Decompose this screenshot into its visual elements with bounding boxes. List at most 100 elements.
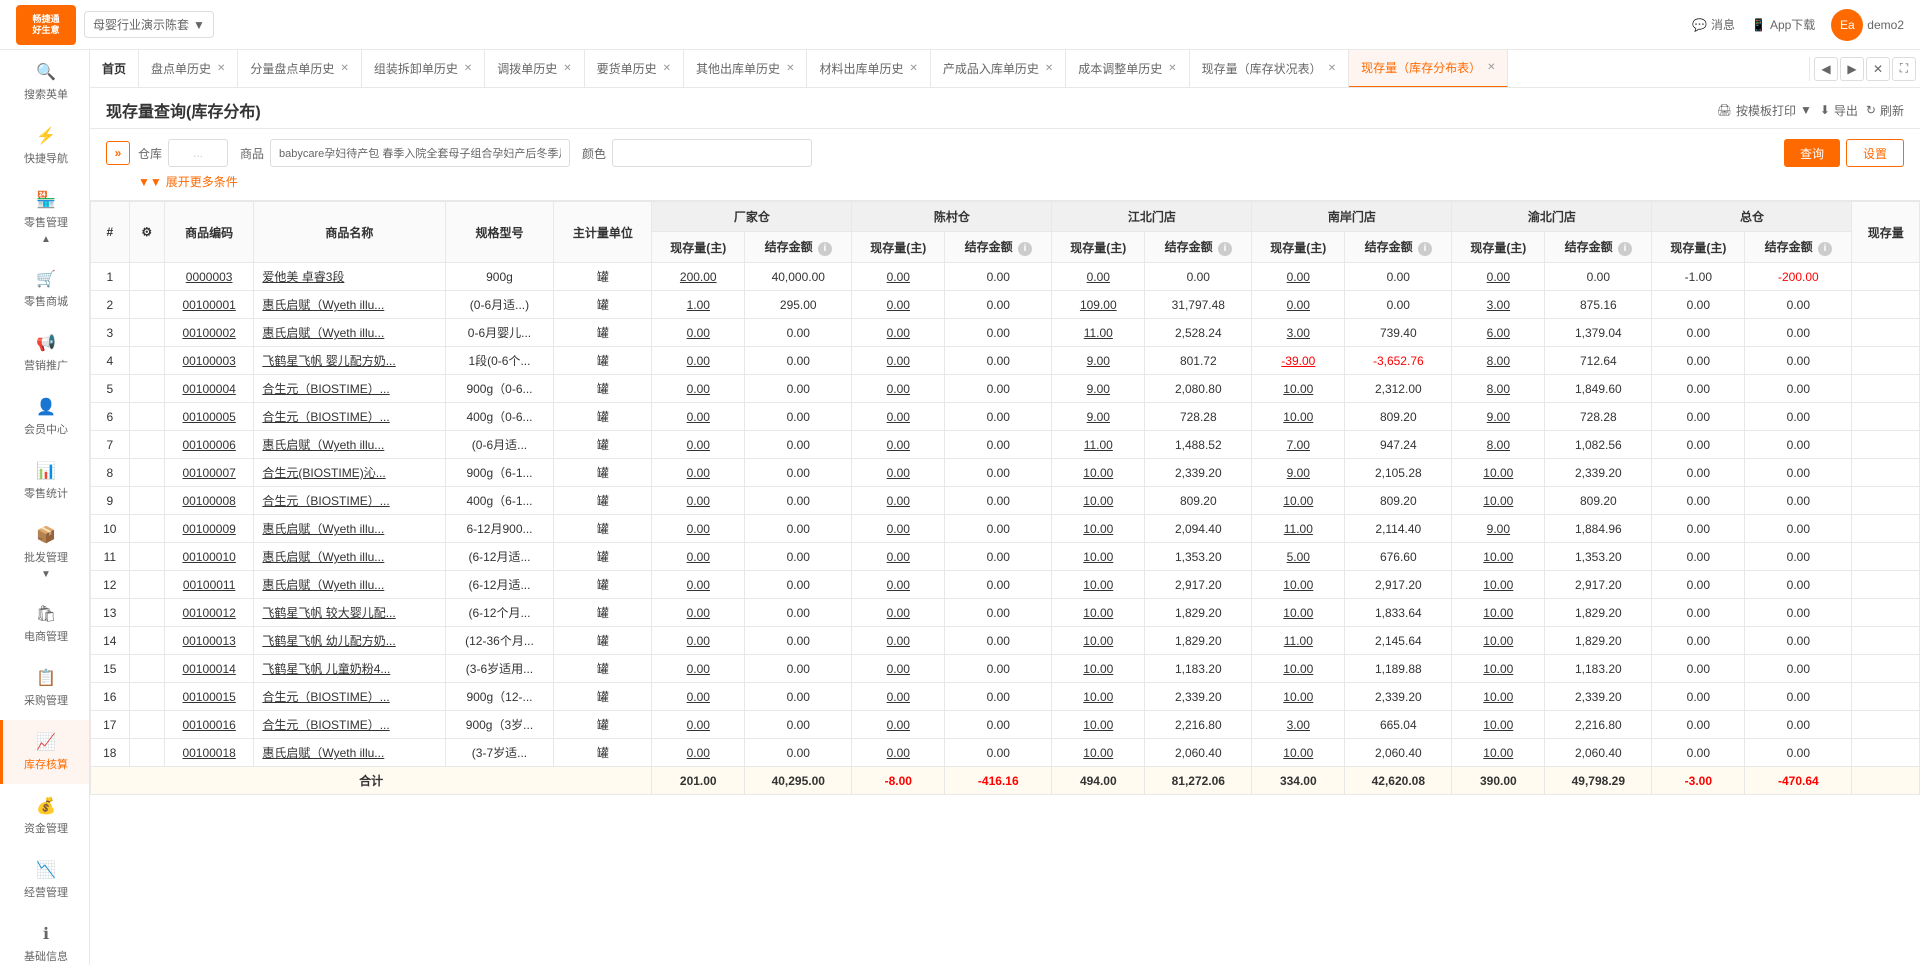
- chencun-qty[interactable]: 0.00: [852, 459, 945, 487]
- sidebar-item-member[interactable]: 👤 会员中心: [0, 385, 89, 449]
- nanan-qty[interactable]: 10.00: [1252, 599, 1345, 627]
- tab-next-button[interactable]: ▶: [1840, 57, 1864, 81]
- factory-qty[interactable]: 200.00: [652, 263, 745, 291]
- factory-qty[interactable]: 0.00: [652, 347, 745, 375]
- nanan-qty[interactable]: 10.00: [1252, 655, 1345, 683]
- nanan-qty[interactable]: 10.00: [1252, 739, 1345, 767]
- chencun-qty[interactable]: 0.00: [852, 263, 945, 291]
- factory-qty[interactable]: 0.00: [652, 571, 745, 599]
- product-code[interactable]: 00100010: [164, 543, 253, 571]
- product-code[interactable]: 00100012: [164, 599, 253, 627]
- sidebar-item-retail-mall[interactable]: 🛒 零售商城: [0, 257, 89, 321]
- tab-expand-button[interactable]: ⛶: [1892, 57, 1916, 81]
- close-icon[interactable]: ✕: [1328, 63, 1336, 74]
- tab-other-out[interactable]: 其他出库单历史 ✕: [684, 50, 807, 88]
- jiangbei-qty[interactable]: 10.00: [1052, 627, 1145, 655]
- factory-qty[interactable]: 0.00: [652, 627, 745, 655]
- product-code[interactable]: 00100006: [164, 431, 253, 459]
- product-code[interactable]: 00100009: [164, 515, 253, 543]
- factory-qty[interactable]: 1.00: [652, 291, 745, 319]
- jiangbei-qty[interactable]: 9.00: [1052, 347, 1145, 375]
- product-code[interactable]: 00100015: [164, 683, 253, 711]
- yubei-qty[interactable]: 10.00: [1452, 571, 1545, 599]
- chencun-qty[interactable]: 0.00: [852, 543, 945, 571]
- yubei-qty[interactable]: 10.00: [1452, 739, 1545, 767]
- yubei-qty[interactable]: 10.00: [1452, 487, 1545, 515]
- tab-product-in[interactable]: 产成品入库单历史 ✕: [931, 50, 1066, 88]
- factory-qty[interactable]: 0.00: [652, 599, 745, 627]
- chencun-qty[interactable]: 0.00: [852, 291, 945, 319]
- yubei-qty[interactable]: 3.00: [1452, 291, 1545, 319]
- jiangbei-qty[interactable]: 109.00: [1052, 291, 1145, 319]
- product-name[interactable]: 惠氏启赋（Wyeth illu...: [254, 291, 445, 319]
- yubei-qty[interactable]: 8.00: [1452, 347, 1545, 375]
- product-name[interactable]: 飞鹤星飞帆 较大婴儿配...: [254, 599, 445, 627]
- nanan-qty[interactable]: 0.00: [1252, 263, 1345, 291]
- tab-disassemble[interactable]: 组装拆卸单历史 ✕: [362, 50, 485, 88]
- sidebar-item-wholesale[interactable]: 📦 批发管理 ▼: [0, 513, 89, 592]
- tab-close-all-button[interactable]: ✕: [1866, 57, 1890, 81]
- product-name[interactable]: 惠氏启赋（Wyeth illu...: [254, 571, 445, 599]
- product-name[interactable]: 爱他美 卓睿3段: [254, 263, 445, 291]
- product-name[interactable]: 合生元（BIOSTIME）...: [254, 711, 445, 739]
- nanan-qty[interactable]: 5.00: [1252, 543, 1345, 571]
- sidebar-item-marketing[interactable]: 📢 营销推广: [0, 321, 89, 385]
- chencun-qty[interactable]: 0.00: [852, 571, 945, 599]
- close-icon[interactable]: ✕: [563, 63, 571, 74]
- nanan-qty[interactable]: 7.00: [1252, 431, 1345, 459]
- product-code[interactable]: 00100003: [164, 347, 253, 375]
- chencun-qty[interactable]: 0.00: [852, 739, 945, 767]
- tab-material-out[interactable]: 材料出库单历史 ✕: [807, 50, 930, 88]
- tab-stock-dist[interactable]: 现存量（库存分布表） ✕: [1349, 50, 1508, 88]
- warehouse-input[interactable]: ...: [168, 139, 228, 167]
- tab-home[interactable]: 首页: [90, 50, 139, 88]
- jiangbei-qty[interactable]: 10.00: [1052, 683, 1145, 711]
- yubei-qty[interactable]: 0.00: [1452, 263, 1545, 291]
- col-gear[interactable]: ⚙: [129, 202, 164, 263]
- sidebar-item-operations[interactable]: 📉 经营管理: [0, 848, 89, 912]
- tab-inventory-single[interactable]: 盘点单历史 ✕: [139, 50, 238, 88]
- factory-qty[interactable]: 0.00: [652, 403, 745, 431]
- sidebar-item-basic[interactable]: ℹ 基础信息: [0, 912, 89, 965]
- chencun-qty[interactable]: 0.00: [852, 683, 945, 711]
- jiangbei-qty[interactable]: 10.00: [1052, 571, 1145, 599]
- product-name[interactable]: 合生元（BIOSTIME）...: [254, 403, 445, 431]
- product-name[interactable]: 飞鹤星飞帆 幼儿配方奶...: [254, 627, 445, 655]
- tab-inventory-sub[interactable]: 分量盘点单历史 ✕: [238, 50, 361, 88]
- product-code[interactable]: 00100001: [164, 291, 253, 319]
- product-code[interactable]: 00100011: [164, 571, 253, 599]
- product-name[interactable]: 惠氏启赋（Wyeth illu...: [254, 739, 445, 767]
- close-icon[interactable]: ✕: [663, 63, 671, 74]
- chencun-qty[interactable]: 0.00: [852, 375, 945, 403]
- product-code[interactable]: 00100014: [164, 655, 253, 683]
- jiangbei-qty[interactable]: 10.00: [1052, 711, 1145, 739]
- chencun-qty[interactable]: 0.00: [852, 319, 945, 347]
- nanan-qty[interactable]: 3.00: [1252, 319, 1345, 347]
- yubei-qty[interactable]: 8.00: [1452, 431, 1545, 459]
- close-icon[interactable]: ✕: [340, 63, 348, 74]
- yubei-qty[interactable]: 9.00: [1452, 515, 1545, 543]
- nanan-qty[interactable]: 9.00: [1252, 459, 1345, 487]
- chencun-qty[interactable]: 0.00: [852, 487, 945, 515]
- jiangbei-qty[interactable]: 9.00: [1052, 375, 1145, 403]
- factory-qty[interactable]: 0.00: [652, 711, 745, 739]
- product-code[interactable]: 00100008: [164, 487, 253, 515]
- sidebar-item-purchase[interactable]: 📋 采购管理: [0, 656, 89, 720]
- nanan-qty[interactable]: -39.00: [1252, 347, 1345, 375]
- sidebar-item-quick-nav[interactable]: ⚡ 快捷导航: [0, 114, 89, 178]
- product-input[interactable]: [270, 139, 570, 167]
- message-button[interactable]: 💬 消息: [1692, 16, 1735, 33]
- product-code[interactable]: 00100018: [164, 739, 253, 767]
- factory-qty[interactable]: 0.00: [652, 739, 745, 767]
- product-name[interactable]: 合生元（BIOSTIME）...: [254, 375, 445, 403]
- tab-stock-status[interactable]: 现存量（库存状况表） ✕: [1190, 50, 1349, 88]
- jiangbei-qty[interactable]: 10.00: [1052, 543, 1145, 571]
- sidebar-item-search[interactable]: 🔍 搜索英单: [0, 50, 89, 114]
- tab-prev-button[interactable]: ◀: [1814, 57, 1838, 81]
- tab-cost-adjust[interactable]: 成本调整单历史 ✕: [1066, 50, 1189, 88]
- product-name[interactable]: 合生元（BIOSTIME）...: [254, 683, 445, 711]
- close-icon[interactable]: ✕: [1168, 63, 1176, 74]
- filter-expand[interactable]: ▼▼ 展开更多条件: [138, 173, 1904, 190]
- yubei-qty[interactable]: 10.00: [1452, 599, 1545, 627]
- info-icon[interactable]: i: [818, 242, 832, 256]
